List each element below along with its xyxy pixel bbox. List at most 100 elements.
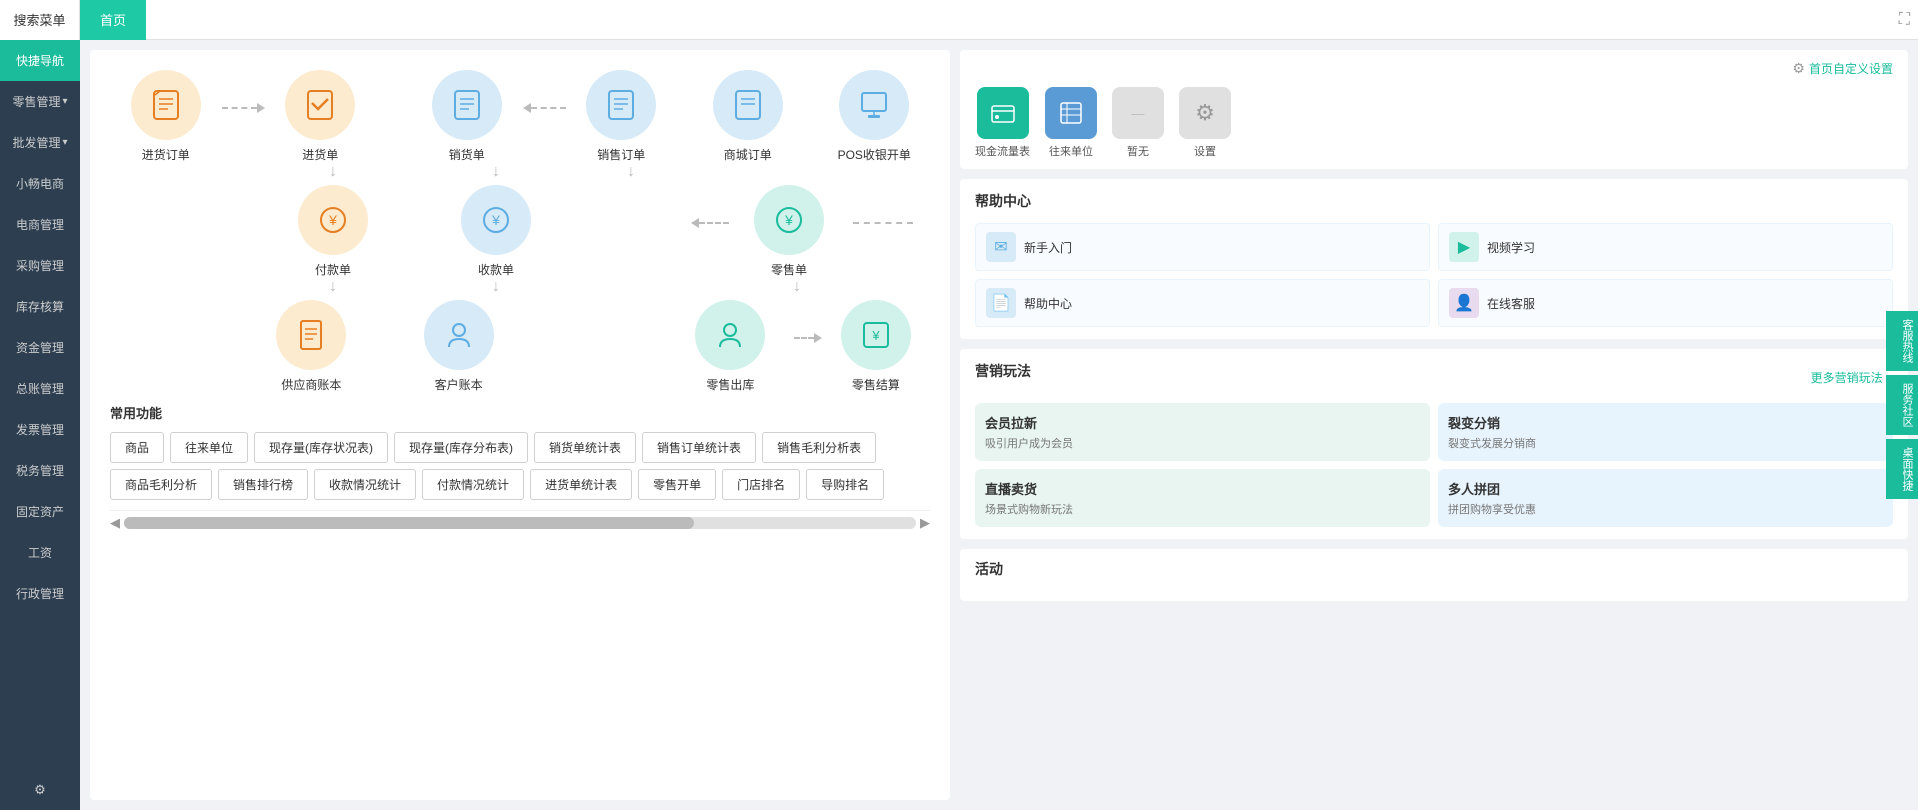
sales-order-label: 销售订单 [597,146,645,163]
sidebar-item-label: 小畅电商 [16,175,64,192]
sidebar-item-label: 行政管理 [16,585,64,602]
help-item-help[interactable]: 📄 帮助中心 [975,279,1430,327]
contacts-label: 往来单位 [1049,143,1093,159]
func-btn-sales-rank[interactable]: 销售排行榜 [218,469,308,500]
flow-node-retail-out[interactable]: 零售出库 [676,300,784,393]
supplier-book-icon [276,300,346,370]
func-btn-stock-status[interactable]: 现存量(库存状况表) [254,432,388,463]
sales-slip-label: 销货单 [449,146,485,163]
flow-node-sales-order[interactable]: 销售订单 [566,70,678,163]
flow-node-retail[interactable]: ¥ 零售单 [729,185,849,278]
func-btn-goods[interactable]: 商品 [110,432,164,463]
func-btn-purchase-stat[interactable]: 进货单统计表 [530,469,632,500]
sidebar-item-purchase[interactable]: 采购管理 [0,245,80,286]
scroll-left-button[interactable]: ◀ [110,515,120,531]
icon-item-settings[interactable]: ⚙ 设置 [1179,87,1231,159]
sidebar-item-ledger[interactable]: 总账管理 [0,368,80,409]
sidebar-settings-button[interactable]: ⚙ [0,770,80,810]
icon-grid: 现金流量表 往来单位 — 暂无 ⚙ [975,87,1893,159]
sidebar-item-salary[interactable]: 工资 [0,532,80,573]
sidebar-item-label: 资金管理 [16,339,64,356]
live-card-title: 直播卖货 [985,479,1420,498]
sidebar-item-label: 固定资产 [16,503,64,520]
tab-home[interactable]: 首页 [80,0,146,40]
icon-item-none[interactable]: — 暂无 [1112,87,1164,159]
func-btn-guide-rank[interactable]: 导购排名 [806,469,884,500]
none-label: 暂无 [1127,143,1149,159]
func-btn-store-rank[interactable]: 门店排名 [722,469,800,500]
retail-icon: ¥ [754,185,824,255]
sidebar-item-label: 库存核算 [16,298,64,315]
member-card-sub: 吸引用户成为会员 [985,435,1420,451]
cashflow-label: 现金流量表 [975,143,1030,159]
sidebar-item-fixed-assets[interactable]: 固定资产 [0,491,80,532]
func-btn-sales-stat[interactable]: 销货单统计表 [534,432,636,463]
marketing-card-live[interactable]: 直播卖货 场景式购物新玩法 [975,469,1430,527]
flow-node-customer-book[interactable]: 客户账本 [404,300,512,393]
flow-node-sales-slip[interactable]: 销货单 [411,70,523,163]
sidebar-item-inventory[interactable]: 库存核算 [0,286,80,327]
marketing-card-group[interactable]: 多人拼团 拼团购物享受优惠 [1438,469,1893,527]
icon-item-contacts[interactable]: 往来单位 [1045,87,1097,159]
help-item-beginner[interactable]: ✉ 新手入门 [975,223,1430,271]
customer-service-button[interactable]: 客服热线 [1886,311,1918,371]
search-menu-button[interactable]: 搜索菜单 [0,0,80,40]
flow-node-purchase-order[interactable]: 进货订单 [110,70,222,163]
retail-settle-icon: ¥ [841,300,911,370]
more-marketing-link[interactable]: 更多营销玩法 > [1811,369,1893,386]
marketing-card-member[interactable]: 会员拉新 吸引用户成为会员 [975,403,1430,461]
service-community-button[interactable]: 服务社区 [1886,375,1918,435]
settings-icon: ⚙ [1179,87,1231,139]
sidebar-item-finance[interactable]: 资金管理 [0,327,80,368]
help-item-service[interactable]: 👤 在线客服 [1438,279,1893,327]
func-btn-receipt-stat[interactable]: 收款情况统计 [314,469,416,500]
icon-item-cashflow[interactable]: 现金流量表 [975,87,1030,159]
payment-label: 付款单 [315,261,351,278]
sidebar-item-retail[interactable]: 零售管理 ▾ [0,81,80,122]
marketing-title: 营销玩法 [975,361,1031,381]
sidebar-item-wholesale[interactable]: 批发管理 ▾ [0,122,80,163]
pos-icon [839,70,909,140]
flow-node-supplier-book[interactable]: 供应商账本 [257,300,365,393]
desktop-shortcut-button[interactable]: 桌面快捷 [1886,439,1918,499]
func-btn-contacts[interactable]: 往来单位 [170,432,248,463]
func-btn-retail-order[interactable]: 零售开单 [638,469,716,500]
flow-node-purchase-slip[interactable]: 进货单 [265,70,377,163]
contacts-icon [1045,87,1097,139]
svg-text:¥: ¥ [871,328,880,343]
help-item-beginner-label: 新手入门 [1024,239,1072,256]
svg-text:¥: ¥ [328,212,337,228]
flow-node-pos[interactable]: POS收银开单 [819,70,931,163]
sidebar-item-tax[interactable]: 税务管理 [0,450,80,491]
marketing-header: 营销玩法 更多营销玩法 > [975,361,1893,393]
sidebar-item-ecommerce-mgmt[interactable]: 电商管理 [0,204,80,245]
settings-label: 设置 [1194,143,1216,159]
help-item-video[interactable]: ▶ 视频学习 [1438,223,1893,271]
func-btn-goods-profit[interactable]: 商品毛利分析 [110,469,212,500]
func-btn-order-stat[interactable]: 销售订单统计表 [642,432,756,463]
doc-icon: 📄 [986,288,1016,318]
func-btn-payment-stat[interactable]: 付款情况统计 [422,469,524,500]
sidebar-item-admin[interactable]: 行政管理 [0,573,80,614]
fission-card-sub: 裂变式发展分销商 [1448,435,1883,451]
scroll-row: ◀ ▶ [110,510,930,535]
sidebar-item-invoice[interactable]: 发票管理 [0,409,80,450]
sidebar-item-quick-nav[interactable]: 快捷导航 [0,40,80,81]
customize-link[interactable]: 首页自定义设置 [1809,60,1893,77]
sidebar-item-ecommerce-small[interactable]: 小畅电商 [0,163,80,204]
retail-settle-label: 零售结算 [852,376,900,393]
mall-order-label: 商城订单 [724,146,772,163]
supplier-book-label: 供应商账本 [281,376,341,393]
flow-node-retail-settle[interactable]: ¥ 零售结算 [822,300,930,393]
func-btn-profit-analysis[interactable]: 销售毛利分析表 [762,432,876,463]
func-btn-stock-dist[interactable]: 现存量(库存分布表) [394,432,528,463]
mall-order-icon [713,70,783,140]
expand-button[interactable]: ⛶ [1899,11,1910,29]
sales-slip-icon [432,70,502,140]
marketing-grid: 会员拉新 吸引用户成为会员 裂变分销 裂变式发展分销商 直播卖货 场景式购物新玩… [975,403,1893,527]
flow-node-payment[interactable]: ¥ 付款单 [273,185,393,278]
marketing-card-fission[interactable]: 裂变分销 裂变式发展分销商 [1438,403,1893,461]
scroll-right-button[interactable]: ▶ [920,515,930,531]
flow-node-receipt[interactable]: ¥ 收款单 [436,185,556,278]
flow-node-mall-order[interactable]: 商城订单 [692,70,804,163]
